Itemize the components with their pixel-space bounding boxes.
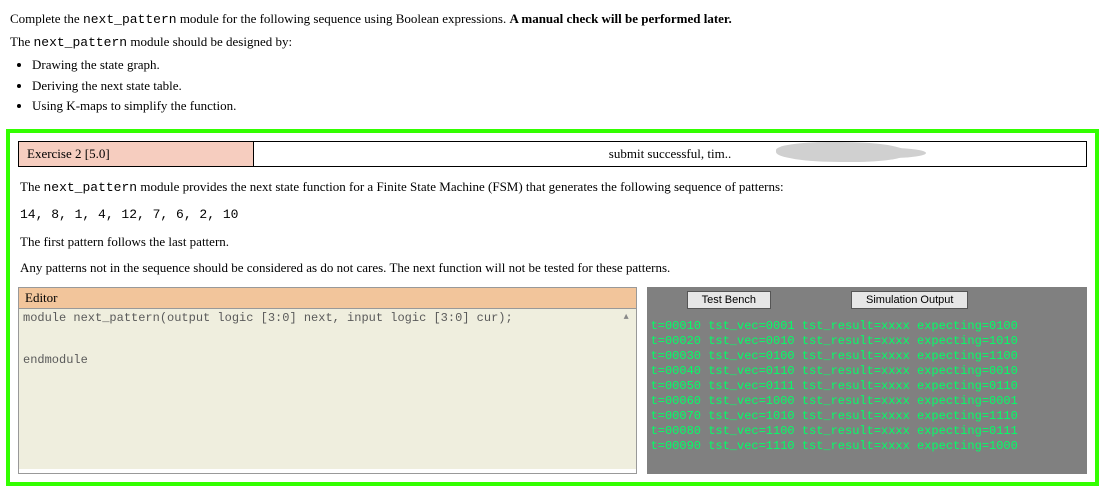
exercise-title: Exercise 2 [5.0] <box>19 142 254 166</box>
desc-p1: The next_pattern module provides the nex… <box>20 177 1085 199</box>
list-item: Drawing the state graph. <box>32 56 1095 74</box>
page-intro: Complete the next_pattern module for the… <box>0 0 1105 125</box>
submit-status: submit successful, tim.. <box>254 142 1086 166</box>
list-item: Deriving the next state table. <box>32 77 1095 95</box>
intro-line-1: Complete the next_pattern module for the… <box>10 10 1095 29</box>
intro-line-2: The next_pattern module should be design… <box>10 33 1095 52</box>
desc-p2: The first pattern follows the last patte… <box>20 232 1085 253</box>
work-area: Editor ▴ Test Bench Simulation Output t=… <box>18 287 1087 474</box>
text-bold: A manual check will be performed later. <box>509 11 731 26</box>
text: The <box>10 34 33 49</box>
exercise-description: The next_pattern module provides the nex… <box>20 177 1085 279</box>
editor-panel: Editor ▴ <box>18 287 637 474</box>
code-inline: next_pattern <box>83 12 177 27</box>
text: module for the following sequence using … <box>177 11 510 26</box>
intro-bullets: Drawing the state graph. Deriving the ne… <box>32 56 1095 115</box>
output-panel: Test Bench Simulation Output t=00010 tst… <box>647 287 1087 474</box>
scroll-up-icon[interactable]: ▴ <box>624 311 634 321</box>
text: The <box>20 179 43 194</box>
code-inline: next_pattern <box>43 180 137 195</box>
sequence-values: 14, 8, 1, 4, 12, 7, 6, 2, 10 <box>20 205 1085 226</box>
text: Complete the <box>10 11 83 26</box>
desc-p3: Any patterns not in the sequence should … <box>20 258 1085 279</box>
tab-row: Test Bench Simulation Output <box>647 287 1087 313</box>
text: module should be designed by: <box>127 34 292 49</box>
simulation-output: t=00010 tst_vec=0001 tst_result=xxxx exp… <box>647 313 1087 456</box>
status-text: submit successful, tim.. <box>609 146 731 161</box>
code-inline: next_pattern <box>33 35 127 50</box>
status-bar: Exercise 2 [5.0] submit successful, tim.… <box>18 141 1087 167</box>
text: module provides the next state function … <box>137 179 784 194</box>
exercise-panel: Exercise 2 [5.0] submit successful, tim.… <box>6 129 1099 486</box>
list-item: Using K-maps to simplify the function. <box>32 97 1095 115</box>
tab-test-bench[interactable]: Test Bench <box>687 291 771 309</box>
tab-simulation-output[interactable]: Simulation Output <box>851 291 968 309</box>
code-editor[interactable] <box>19 309 636 469</box>
editor-header: Editor <box>19 288 636 309</box>
redaction-smudge <box>776 142 906 162</box>
